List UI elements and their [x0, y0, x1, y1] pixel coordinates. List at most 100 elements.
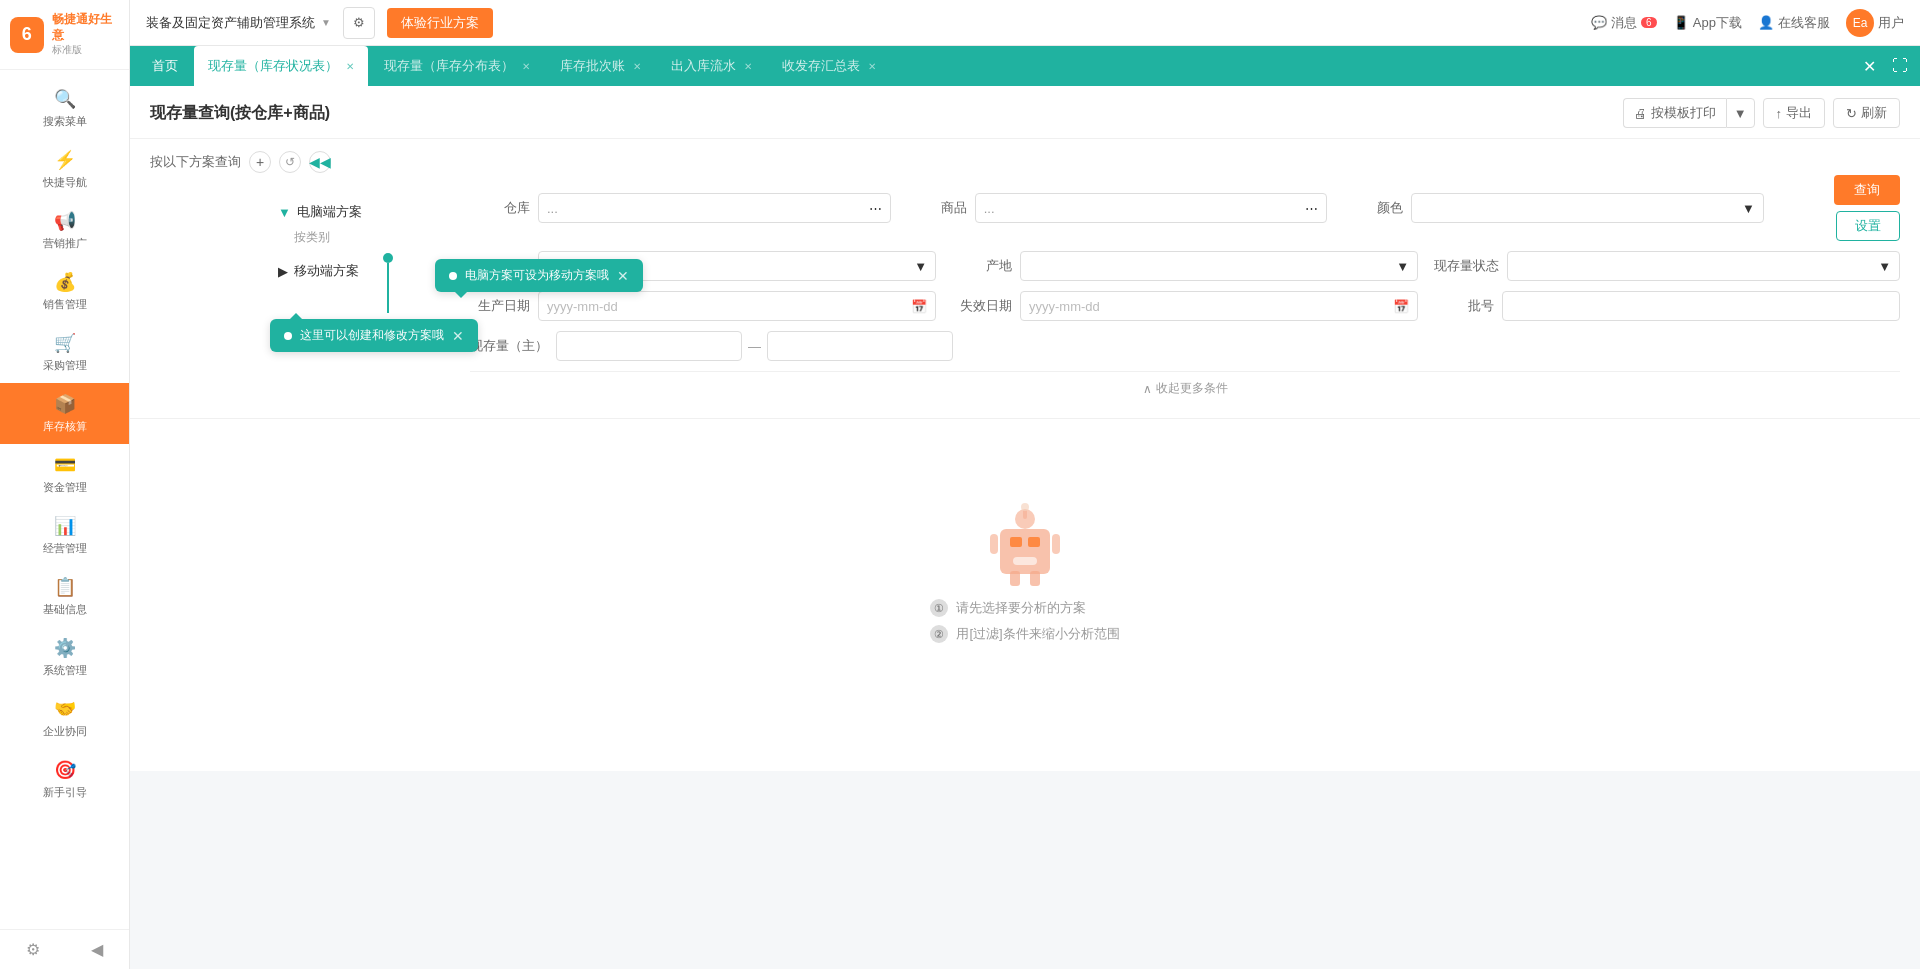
stock-min-input[interactable]	[556, 331, 742, 361]
sidebar-item-search[interactable]: 🔍 搜索菜单	[0, 78, 129, 139]
filter-refresh-btn[interactable]: ↺	[279, 151, 301, 173]
sidebar-item-finance[interactable]: 💳 资金管理	[0, 444, 129, 505]
tooltip-text: 电脑方案可设为移动方案哦	[465, 267, 609, 284]
export-btn[interactable]: ↑ 导出	[1763, 98, 1826, 128]
sidebar-item-quick-nav[interactable]: ⚡ 快捷导航	[0, 139, 129, 200]
stock-status-select[interactable]: ▼	[1507, 251, 1900, 281]
tooltip-create-scheme: 这里可以创建和修改方案哦 ✕	[270, 319, 478, 352]
search-buttons: 查询 设置	[1780, 175, 1900, 241]
svg-rect-3	[1013, 557, 1037, 565]
sidebar-item-label: 资金管理	[43, 480, 87, 495]
expire-date-input[interactable]: yyyy-mm-dd 📅	[1020, 291, 1418, 321]
warehouse-field: 仓库 ... ⋯	[470, 193, 891, 223]
support-icon: 👤	[1758, 15, 1774, 30]
tab-home[interactable]: 首页	[138, 46, 192, 86]
tooltip-close-btn[interactable]: ✕	[617, 268, 629, 284]
export-label: 导出	[1786, 104, 1812, 122]
system-settings-btn[interactable]: ⚙	[343, 7, 375, 39]
tab-flow[interactable]: 出入库流水 ✕	[657, 46, 766, 86]
batch-input[interactable]	[1502, 291, 1900, 321]
tab-inventory-distribution[interactable]: 现存量（库存分布表） ✕	[370, 46, 544, 86]
print-main-btn[interactable]: 🖨 按模板打印	[1623, 98, 1726, 128]
svg-rect-4	[990, 534, 998, 554]
tab-close-icon[interactable]: ✕	[346, 61, 354, 72]
sidebar-item-base-info[interactable]: 📋 基础信息	[0, 566, 129, 627]
top-header: 装备及固定资产辅助管理系统 ▼ ⚙ 体验行业方案 💬 消息 6 📱 App下载 …	[130, 0, 1920, 46]
tab-close-icon[interactable]: ✕	[522, 61, 530, 72]
svg-rect-6	[1010, 571, 1020, 586]
filter-back-btn[interactable]: ◀◀	[309, 151, 331, 173]
tooltip-dot2	[284, 332, 292, 340]
fullscreen-btn[interactable]: ⛶	[1888, 53, 1912, 79]
stock-max-input[interactable]	[767, 331, 953, 361]
tab-bar: 首页 现存量（库存状况表） ✕ 现存量（库存分布表） ✕ 库存批次账 ✕ 出入库…	[130, 46, 1920, 86]
mobile-scheme-label: 移动端方案	[294, 262, 359, 280]
collapse-filter-btn[interactable]: ∧ 收起更多条件	[470, 371, 1900, 405]
user-btn[interactable]: Ea 用户	[1846, 9, 1904, 37]
print-label: 按模板打印	[1651, 104, 1716, 122]
filter-header-label: 按以下方案查询	[150, 153, 241, 171]
logo-icon: 6	[10, 17, 44, 53]
online-support-btn[interactable]: 👤 在线客服	[1758, 14, 1830, 32]
tab-batch-account[interactable]: 库存批次账 ✕	[546, 46, 655, 86]
warehouse-select[interactable]: ... ⋯	[538, 193, 891, 223]
sidebar-nav: 🔍 搜索菜单 ⚡ 快捷导航 📢 营销推广 💰 销售管理 🛒 采购管理 📦	[0, 70, 129, 929]
tooltip-close-btn2[interactable]: ✕	[452, 328, 464, 344]
empty-illustration	[975, 499, 1075, 579]
filter-add-btn[interactable]: +	[249, 151, 271, 173]
step-num-2: ②	[930, 625, 948, 643]
sidebar-item-inventory[interactable]: 📦 库存核算	[0, 383, 129, 444]
svg-point-10	[1021, 503, 1029, 511]
tab-close-icon[interactable]: ✕	[633, 61, 641, 72]
refresh-btn[interactable]: ↻ 刷新	[1833, 98, 1900, 128]
desktop-scheme-item[interactable]: ▼ 电脑端方案	[270, 199, 430, 225]
system-selector[interactable]: 装备及固定资产辅助管理系统 ▼	[146, 14, 331, 32]
sidebar-item-purchase[interactable]: 🛒 采购管理	[0, 322, 129, 383]
toggle-icon2: ▶	[278, 264, 288, 279]
system-name: 装备及固定资产辅助管理系统	[146, 14, 315, 32]
sidebar-item-system[interactable]: ⚙️ 系统管理	[0, 627, 129, 688]
manufacture-date-input[interactable]: yyyy-mm-dd 📅	[538, 291, 936, 321]
sidebar-item-operations[interactable]: 📊 经营管理	[0, 505, 129, 566]
tab-inventory-status[interactable]: 现存量（库存状况表） ✕	[194, 46, 368, 86]
tab-summary[interactable]: 收发存汇总表 ✕	[768, 46, 890, 86]
reset-btn[interactable]: 设置	[1836, 211, 1900, 241]
sidebar-item-label: 系统管理	[43, 663, 87, 678]
page-actions: 🖨 按模板打印 ▼ ↑ 导出 ↻ 刷新	[1623, 98, 1900, 128]
print-arrow-btn[interactable]: ▼	[1726, 98, 1755, 128]
mobile-scheme-item[interactable]: ▶ 移动端方案	[270, 258, 430, 284]
sidebar-item-label: 快捷导航	[43, 175, 87, 190]
color-field: 颜色 ▼	[1343, 193, 1764, 223]
tab-close-icon[interactable]: ✕	[744, 61, 752, 72]
message-btn[interactable]: 💬 消息 6	[1591, 14, 1657, 32]
product-select[interactable]: ... ⋯	[975, 193, 1328, 223]
warehouse-placeholder: ...	[547, 201, 558, 216]
app-download-btn[interactable]: 📱 App下载	[1673, 14, 1742, 32]
origin-select[interactable]: ▼	[1020, 251, 1418, 281]
page-header: 现存量查询(按仓库+商品) 🖨 按模板打印 ▼ ↑ 导出	[130, 86, 1920, 139]
step1-text: 请先选择要分析的方案	[956, 599, 1086, 617]
settings-footer-btn[interactable]: ⚙	[26, 940, 40, 959]
sidebar-item-sales[interactable]: 💰 销售管理	[0, 261, 129, 322]
print-btn[interactable]: 🖨 按模板打印 ▼	[1623, 98, 1755, 128]
marketing-icon: 📢	[54, 210, 76, 232]
experience-btn[interactable]: 体验行业方案	[387, 8, 493, 38]
sidebar-item-enterprise[interactable]: 🤝 企业协同	[0, 688, 129, 749]
color-select[interactable]: ▼	[1411, 193, 1764, 223]
sidebar-item-marketing[interactable]: 📢 营销推广	[0, 200, 129, 261]
color-label: 颜色	[1343, 199, 1403, 217]
quick-nav-icon: ⚡	[54, 149, 76, 171]
tab-close-icon[interactable]: ✕	[868, 61, 876, 72]
search-btn[interactable]: 查询	[1834, 175, 1900, 205]
header-right: 💬 消息 6 📱 App下载 👤 在线客服 Ea 用户	[1591, 9, 1904, 37]
desktop-scheme-child[interactable]: 按类别	[270, 225, 430, 250]
expire-date-field: 失效日期 yyyy-mm-dd 📅	[952, 291, 1418, 321]
close-all-tabs-btn[interactable]: ✕	[1859, 53, 1880, 80]
step2-text: 用[过滤]条件来缩小分析范围	[956, 625, 1119, 643]
sidebar-item-guide[interactable]: 🎯 新手引导	[0, 749, 129, 810]
stock-range: —	[556, 331, 953, 361]
calendar-icon: 📅	[911, 299, 927, 314]
logo-text: 畅捷通好生意	[52, 12, 119, 43]
refresh-label: 刷新	[1861, 104, 1887, 122]
collapse-sidebar-btn[interactable]: ◀	[91, 940, 103, 959]
